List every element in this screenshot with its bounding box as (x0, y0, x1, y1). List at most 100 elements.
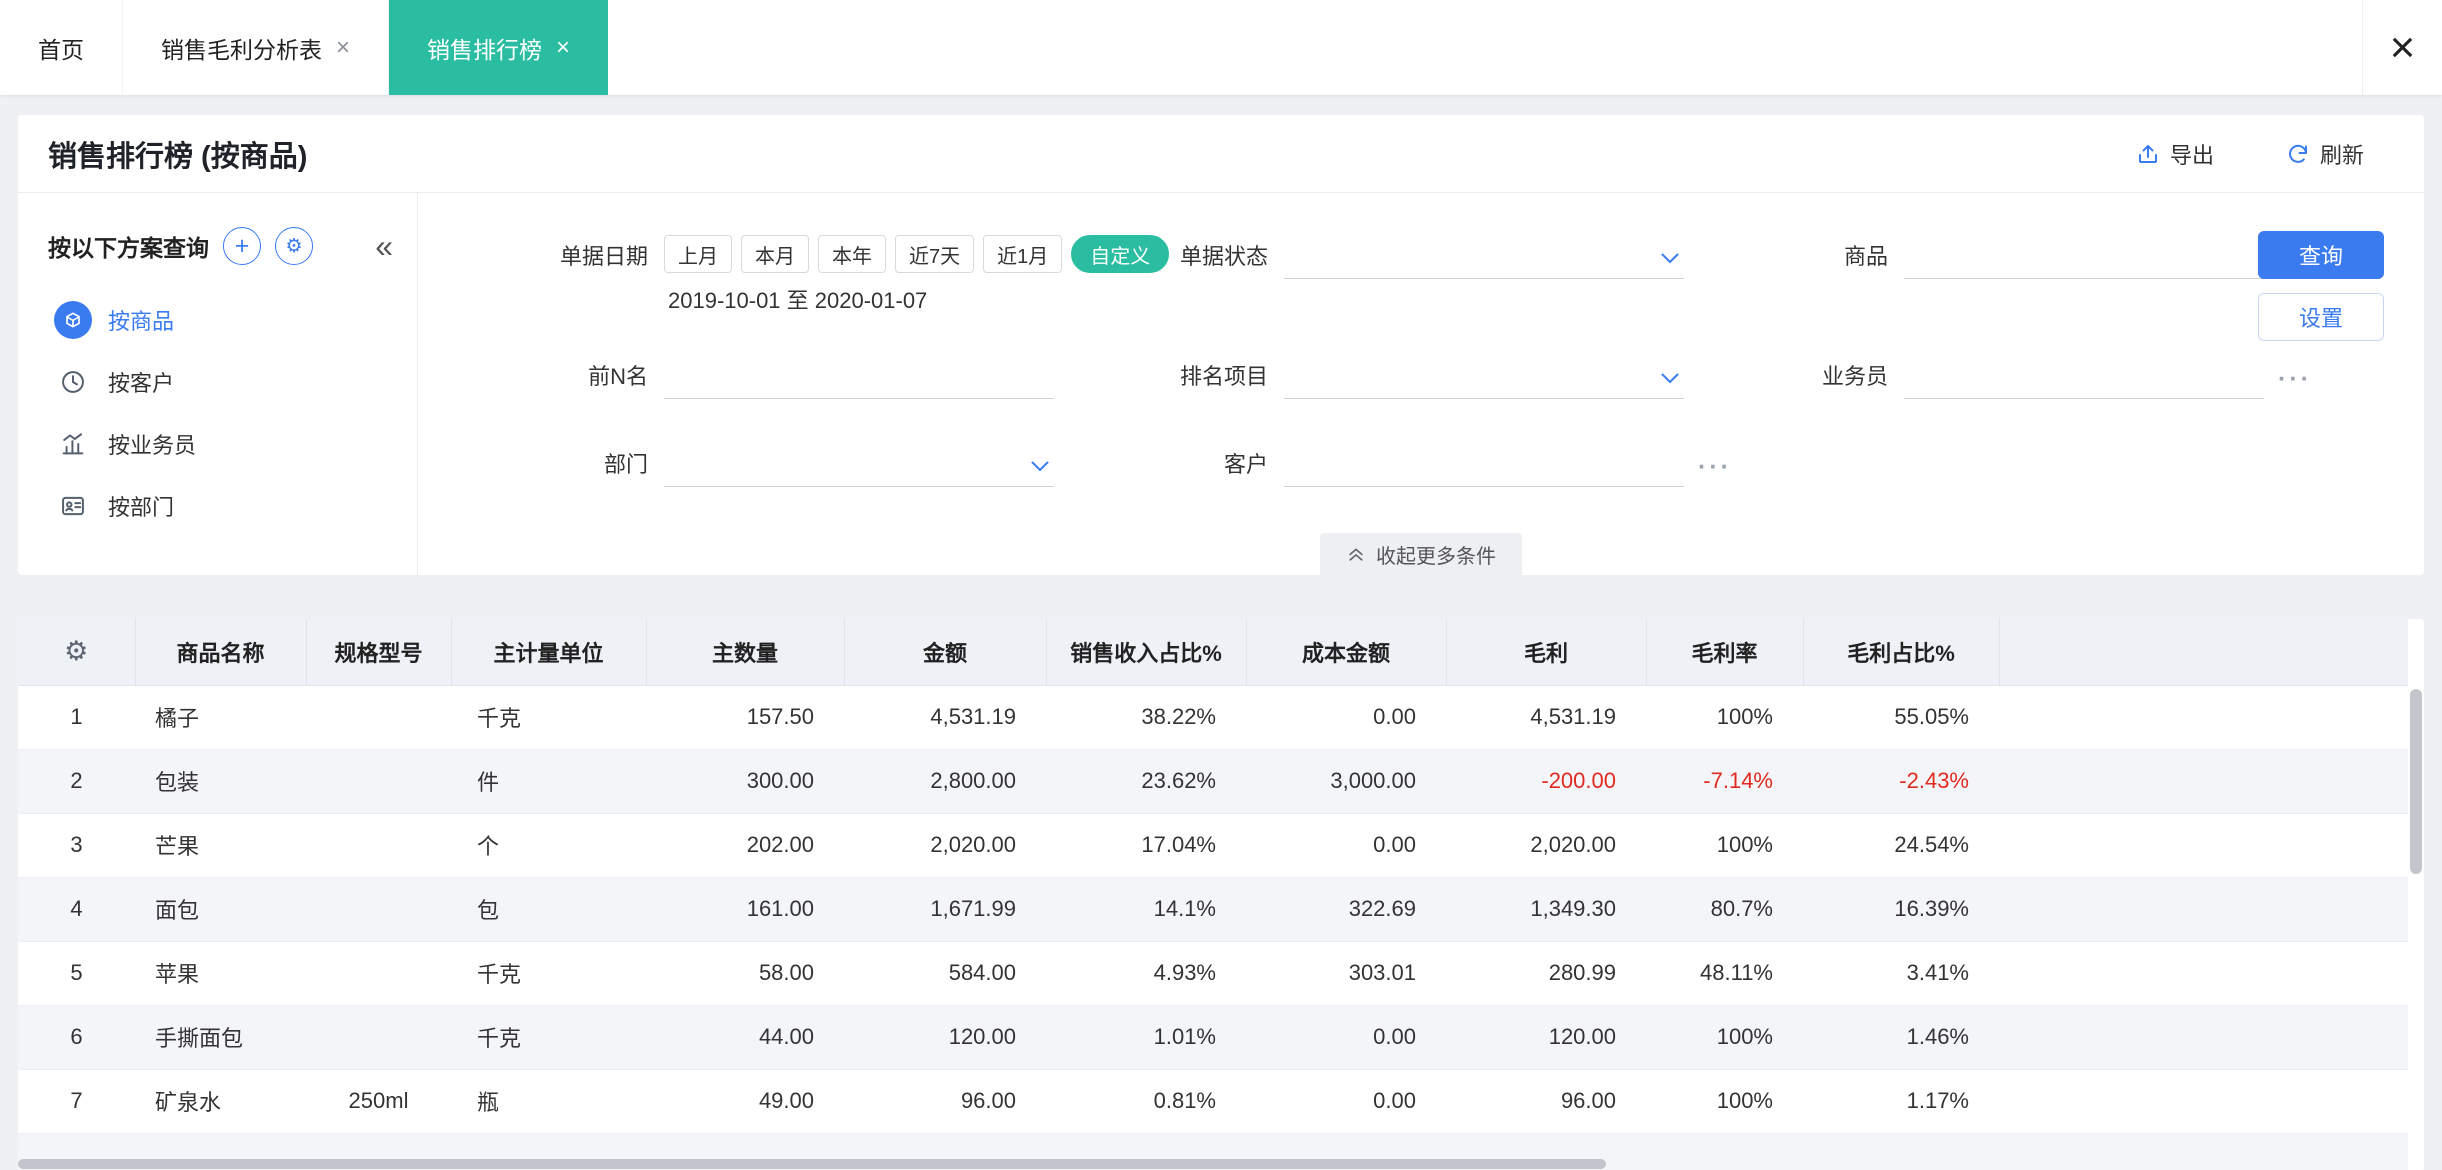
chevron-down-icon[interactable] (1658, 246, 1682, 270)
clock-icon (54, 363, 92, 401)
vertical-scrollbar[interactable] (2410, 689, 2422, 1168)
settings-button[interactable]: 设置 (2258, 293, 2384, 341)
salesman-field (1904, 355, 2264, 399)
tab-sales-ranking[interactable]: 销售排行榜 × (389, 0, 609, 95)
export-button[interactable]: 导出 (2136, 138, 2214, 170)
cell-cost: 303.01 (1246, 941, 1446, 1006)
table-row[interactable]: 1 橘子 千克 157.50 4,531.19 38.22% 0.00 4,53… (18, 685, 2408, 750)
cube-icon (54, 301, 92, 339)
date-last-7-days-button[interactable]: 近7天 (895, 235, 975, 273)
table-body: 1 橘子 千克 157.50 4,531.19 38.22% 0.00 4,53… (18, 685, 2408, 1170)
cell-row-index: 1 (18, 685, 135, 750)
column-header-margin: 毛利率 (1646, 619, 1804, 686)
chevron-down-icon[interactable] (1028, 454, 1052, 478)
cell-revenue-pct: 0.81% (1046, 1069, 1246, 1134)
cell-spec (306, 813, 451, 878)
cell-revenue-pct: 38.22% (1046, 685, 1246, 750)
close-icon[interactable]: × (2362, 0, 2442, 95)
sidebar-item-by-department[interactable]: 按部门 (48, 475, 393, 537)
sidebar-item-by-salesman[interactable]: 按业务员 (48, 413, 393, 475)
sidebar-item-by-customer[interactable]: 按客户 (48, 351, 393, 413)
cell-filler (1999, 877, 2408, 942)
close-tab-icon[interactable]: × (336, 35, 350, 60)
page-content: 销售排行榜 (按商品) 导出 刷新 按以下方案查询 + ⚙ « 按商品 按客户 … (0, 95, 2442, 1170)
tab-home[interactable]: 首页 (0, 0, 123, 95)
table-row[interactable]: 4 面包 包 161.00 1,671.99 14.1% 322.69 1,34… (18, 877, 2408, 942)
close-tab-icon[interactable]: × (556, 35, 570, 60)
query-card: 销售排行榜 (按商品) 导出 刷新 按以下方案查询 + ⚙ « 按商品 按客户 … (18, 115, 2424, 575)
cell-spec (306, 685, 451, 750)
cell-unit: 千克 (451, 685, 646, 750)
cell-revenue-pct: 23.62% (1046, 749, 1246, 814)
product-input[interactable] (1904, 238, 2264, 278)
doc-status-label: 单据状态 (1179, 244, 1268, 269)
results-table: ⚙ 商品名称 规格型号 主计量单位 主数量 金额 销售收入占比% 成本金额 毛利… (18, 619, 2408, 1170)
date-this-month-button[interactable]: 本月 (741, 235, 809, 273)
cell-name: 手撕面包 (135, 1005, 306, 1070)
cell-qty: 44.00 (646, 1005, 844, 1070)
cell-name: 面包 (135, 877, 306, 942)
collapse-more-label: 收起更多条件 (1376, 545, 1496, 568)
cell-amount: 2,020.00 (844, 813, 1046, 878)
vertical-scrollbar-thumb[interactable] (2410, 689, 2422, 874)
table-row[interactable]: 5 苹果 千克 58.00 584.00 4.93% 303.01 280.99… (18, 941, 2408, 1006)
cell-margin: 48.11% (1646, 941, 1803, 1006)
cell-margin: 80.7% (1646, 877, 1803, 942)
date-this-year-button[interactable]: 本年 (818, 235, 886, 273)
salesman-picker-ellipsis-icon[interactable]: ··· (2278, 355, 2312, 403)
cell-cost: 3,000.00 (1246, 749, 1446, 814)
column-header-profit: 毛利 (1446, 619, 1647, 686)
customer-input[interactable] (1284, 446, 1684, 486)
cell-filler (1999, 941, 2408, 1006)
cell-amount: 2,800.00 (844, 749, 1046, 814)
salesman-input[interactable] (1904, 358, 2264, 398)
horizontal-scrollbar-thumb[interactable] (18, 1159, 1606, 1169)
chevron-down-icon[interactable] (1658, 366, 1682, 390)
scheme-sidebar-title: 按以下方案查询 (48, 235, 209, 261)
refresh-button[interactable]: 刷新 (2286, 138, 2364, 170)
date-last-1-month-button[interactable]: 近1月 (983, 235, 1063, 273)
customer-picker-ellipsis-icon[interactable]: ··· (1698, 443, 1732, 491)
date-last-month-button[interactable]: 上月 (664, 235, 732, 273)
cell-amount: 584.00 (844, 941, 1046, 1006)
filter-rank-item: 排名项目 (1148, 355, 1788, 403)
cell-margin: 100% (1646, 813, 1803, 878)
cell-filler (1999, 685, 2408, 750)
filter-row-3: 部门 客户 ··· (498, 443, 2424, 491)
cell-revenue-pct: 14.1% (1046, 877, 1246, 942)
cell-profit-pct: 1.46% (1803, 1005, 1999, 1070)
cell-profit-pct: 3.41% (1803, 941, 1999, 1006)
collapse-sidebar-icon[interactable]: « (375, 230, 393, 262)
cell-profit-pct: 1.17% (1803, 1069, 1999, 1134)
tab-gross-profit-report[interactable]: 销售毛利分析表 × (123, 0, 390, 95)
query-button[interactable]: 查询 (2258, 231, 2384, 279)
cell-spec (306, 941, 451, 1006)
cell-cost: 0.00 (1246, 685, 1446, 750)
table-row[interactable]: 3 芒果 个 202.00 2,020.00 17.04% 0.00 2,020… (18, 813, 2408, 878)
cell-filler (1999, 1069, 2408, 1134)
table-row[interactable]: 6 手撕面包 千克 44.00 120.00 1.01% 0.00 120.00… (18, 1005, 2408, 1070)
collapse-more-conditions[interactable]: 收起更多条件 (1320, 533, 1522, 575)
column-settings-button[interactable]: ⚙ (18, 619, 136, 686)
date-range-value[interactable]: 2019-10-01 至 2020-01-07 (664, 283, 1169, 315)
sidebar-item-by-product[interactable]: 按商品 (48, 289, 393, 351)
tab-label: 销售毛利分析表 (161, 36, 322, 63)
query-buttons: 查询 设置 (2258, 231, 2384, 341)
query-body: 按以下方案查询 + ⚙ « 按商品 按客户 按业务员 按部门 单据日期 上月 本… (18, 193, 2424, 575)
top-n-input[interactable] (664, 358, 1054, 398)
cell-profit-pct: -2.43% (1803, 749, 1999, 814)
column-header-revenue-pct: 销售收入占比% (1046, 619, 1247, 686)
rank-item-input[interactable] (1284, 358, 1684, 398)
cell-unit: 件 (451, 749, 646, 814)
scheme-settings-button[interactable]: ⚙ (275, 227, 313, 265)
cell-profit: 2,020.00 (1446, 813, 1646, 878)
add-scheme-button[interactable]: + (223, 227, 261, 265)
filter-department: 部门 (498, 443, 1148, 491)
cell-row-index: 7 (18, 1069, 135, 1134)
filter-doc-date: 单据日期 上月 本月 本年 近7天 近1月 自定义 2019-10-01 至 2… (498, 235, 1170, 315)
title-row: 销售排行榜 (按商品) 导出 刷新 (18, 115, 2424, 193)
doc-status-input[interactable] (1284, 238, 1684, 278)
table-row[interactable]: 7 矿泉水 250ml 瓶 49.00 96.00 0.81% 0.00 96.… (18, 1069, 2408, 1134)
table-row[interactable]: 2 包装 件 300.00 2,800.00 23.62% 3,000.00 -… (18, 749, 2408, 814)
department-input[interactable] (664, 446, 1054, 486)
